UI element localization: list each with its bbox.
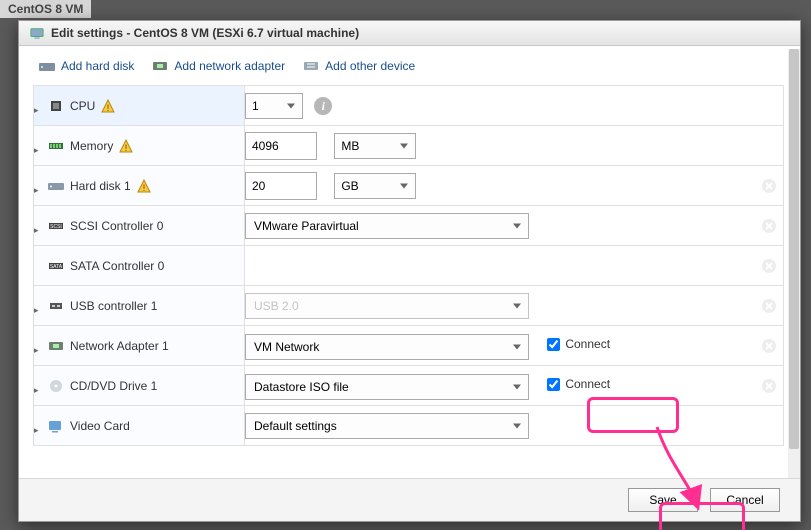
network-select[interactable]: VM Network [245,334,529,360]
add-other-device-button[interactable]: Add other device [303,59,415,73]
dialog-title: Edit settings - CentOS 8 VM (ESXi 6.7 vi… [51,26,359,40]
memory-input[interactable] [245,132,317,160]
cancel-button[interactable]: Cancel [710,488,780,512]
svg-text:SCSI: SCSI [50,224,62,230]
row-hard-disk: Hard disk 1 ! GB [34,166,784,206]
svg-text:!: ! [142,183,145,193]
cpu-label: CPU [70,99,95,113]
row-video: Video Card Default settings [34,406,784,446]
expand-icon[interactable] [34,302,42,310]
scsi-type-select[interactable]: VMware Paravirtual [245,213,529,239]
expand-icon[interactable] [34,142,42,150]
network-connect-label: Connect [565,337,610,351]
warning-icon: ! [101,99,115,113]
hard-disk-icon [39,59,55,73]
hard-disk-label: Hard disk 1 [70,179,131,193]
cd-icon [48,379,64,393]
vm-settings-icon [29,26,45,40]
warning-icon: ! [137,179,151,193]
background-tab: CentOS 8 VM [0,0,91,18]
sata-label: SATA Controller 0 [70,259,164,273]
expand-icon[interactable] [34,342,42,350]
dialog-footer: Save Cancel [19,478,800,521]
remove-icon[interactable] [761,298,777,314]
save-button[interactable]: Save [628,488,698,512]
dialog-title-bar: Edit settings - CentOS 8 VM (ESXi 6.7 vi… [19,21,800,46]
svg-text:SATA: SATA [50,264,63,270]
row-sata: SATA SATA Controller 0 [34,246,784,286]
info-icon[interactable]: i [314,97,332,115]
row-cpu: CPU ! 1 i [34,86,784,126]
remove-icon[interactable] [761,378,777,394]
warning-icon: ! [119,139,133,153]
add-hard-disk-label: Add hard disk [61,59,134,73]
expand-icon[interactable] [34,382,42,390]
cpu-count-select[interactable]: 1 [245,93,303,119]
add-hard-disk-button[interactable]: Add hard disk [39,59,134,73]
cddvd-select[interactable]: Datastore ISO file [245,374,529,400]
usb-type-select: USB 2.0 [245,293,529,319]
video-label: Video Card [70,419,130,433]
cddvd-connect-checkbox[interactable]: Connect [538,372,615,397]
scrollbar[interactable] [788,49,800,479]
expand-icon[interactable] [34,102,42,110]
hardware-toolbar: Add hard disk Add network adapter Add ot… [33,49,784,85]
add-other-device-label: Add other device [325,59,415,73]
cddvd-connect-label: Connect [565,377,610,391]
video-card-icon [48,419,64,433]
memory-icon [48,139,64,153]
scrollbar-thumb[interactable] [789,49,799,449]
remove-icon[interactable] [761,258,777,274]
row-memory: Memory ! MB [34,126,784,166]
row-cddvd: CD/DVD Drive 1 Datastore ISO file Connec… [34,366,784,406]
network-connect-checkbox[interactable]: Connect [538,332,615,357]
expand-icon[interactable] [34,182,42,190]
cddvd-label: CD/DVD Drive 1 [70,379,157,393]
row-scsi: SCSI SCSI Controller 0 VMware Paravirtua… [34,206,784,246]
add-network-adapter-button[interactable]: Add network adapter [152,59,285,73]
expand-icon[interactable] [34,422,42,430]
usb-icon [48,299,64,313]
hard-disk-unit-select[interactable]: GB [334,173,416,199]
remove-icon[interactable] [761,338,777,354]
other-device-icon [303,59,319,73]
remove-icon[interactable] [761,178,777,194]
expand-icon[interactable] [34,222,42,230]
row-network: Network Adapter 1 VM Network Connect [34,326,784,366]
cpu-icon [48,99,64,113]
cddvd-connect-input[interactable] [547,378,560,391]
hard-disk-size-input[interactable] [245,172,317,200]
scsi-icon: SCSI [48,219,64,233]
svg-text:!: ! [125,143,128,153]
hard-disk-icon [48,179,64,193]
network-adapter-icon [48,339,64,353]
network-connect-input[interactable] [547,338,560,351]
row-usb: USB controller 1 USB 2.0 [34,286,784,326]
edit-settings-dialog: Edit settings - CentOS 8 VM (ESXi 6.7 vi… [18,20,801,522]
sata-icon: SATA [48,259,64,273]
video-select[interactable]: Default settings [245,413,529,439]
scsi-label: SCSI Controller 0 [70,219,163,233]
svg-text:!: ! [107,103,110,113]
hardware-table: CPU ! 1 i [33,85,784,446]
memory-unit-select[interactable]: MB [334,133,416,159]
memory-label: Memory [70,139,113,153]
add-network-adapter-label: Add network adapter [174,59,285,73]
network-label: Network Adapter 1 [70,339,169,353]
remove-icon[interactable] [761,218,777,234]
usb-label: USB controller 1 [70,299,157,313]
network-adapter-icon [152,59,168,73]
